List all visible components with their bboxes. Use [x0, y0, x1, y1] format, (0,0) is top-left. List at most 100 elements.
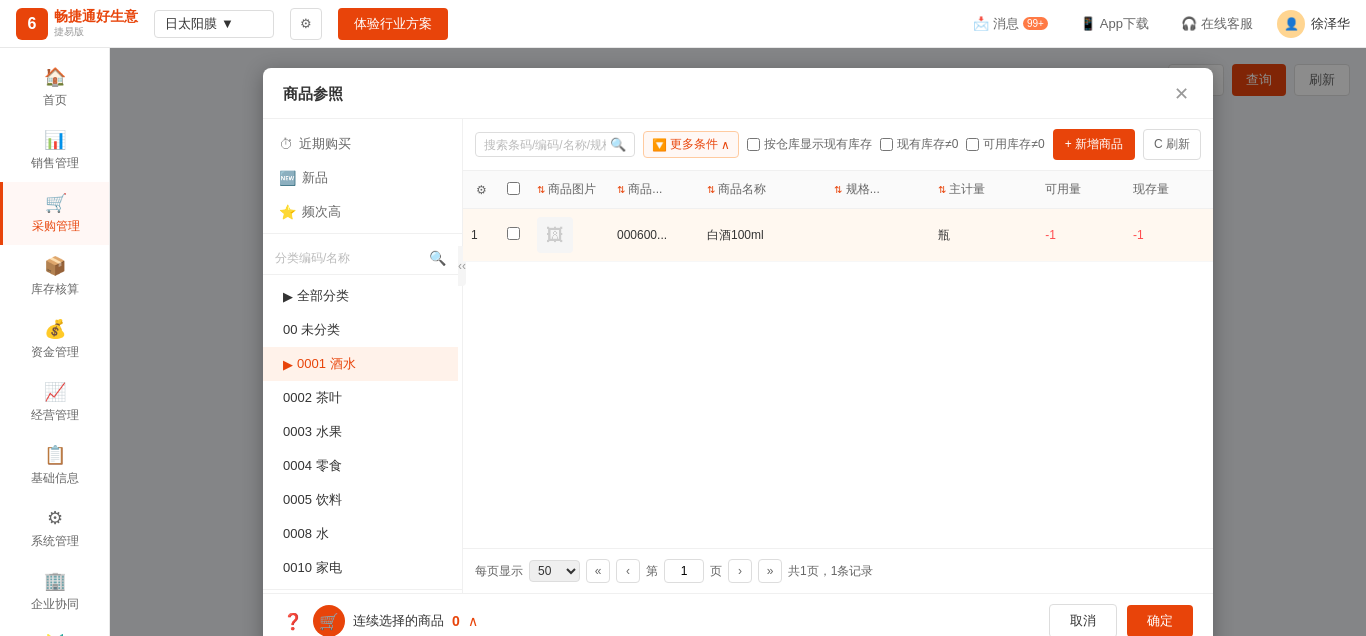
row-unit: 瓶	[930, 209, 1037, 262]
add-product-button[interactable]: + 新增商品	[1053, 129, 1135, 160]
th-settings[interactable]: ⚙	[463, 171, 499, 209]
th-checkbox	[499, 171, 529, 209]
try-button[interactable]: 体验行业方案	[338, 8, 448, 40]
category-0008[interactable]: 0008 水	[263, 517, 458, 551]
product-search-input[interactable]	[484, 138, 606, 152]
sidebar-item-basic[interactable]: 📋 基础信息	[0, 434, 109, 497]
last-page-button[interactable]: »	[758, 559, 782, 583]
help-icon[interactable]: ❓	[283, 612, 303, 631]
category-label-0010: 0010 家电	[283, 559, 342, 577]
category-label-0004: 0004 零食	[283, 457, 342, 475]
th-product-code[interactable]: ⇅ 商品...	[609, 171, 699, 209]
th-product-image: ⇅ 商品图片	[529, 171, 609, 209]
online-service-label: 在线客服	[1201, 15, 1253, 33]
row-code: 000600...	[609, 209, 699, 262]
category-0005[interactable]: 0005 饮料	[263, 483, 458, 517]
th-img-sort: ⇅	[537, 184, 548, 195]
category-0001[interactable]: ▶ 0001 酒水	[263, 347, 458, 381]
cancel-button[interactable]: 取消	[1049, 604, 1117, 636]
category-0010[interactable]: 0010 家电	[263, 551, 458, 585]
avatar: 👤	[1277, 10, 1305, 38]
th-unit[interactable]: ⇅ 主计量	[930, 171, 1037, 209]
available-stock-checkbox[interactable]	[966, 138, 979, 151]
sidebar-item-system[interactable]: ⚙ 系统管理	[0, 497, 109, 560]
cart-icon: 🛒	[313, 605, 345, 636]
app-sub: 捷易版	[54, 25, 138, 39]
category-all[interactable]: ▶ 全部分类	[263, 279, 458, 313]
category-arrow-all: ▶	[283, 289, 293, 304]
sidebar-item-purchase[interactable]: 🛒 采购管理	[0, 182, 109, 245]
operation-icon: 📈	[44, 381, 66, 403]
page-label: 第	[646, 563, 658, 580]
confirm-button[interactable]: 确定	[1127, 605, 1193, 636]
page-number-input[interactable]	[664, 559, 704, 583]
warehouse-stock-checkbox[interactable]	[747, 138, 760, 151]
category-arrow-0001: ▶	[283, 357, 293, 372]
sidebar-item-enterprise[interactable]: 🏢 企业协同	[0, 560, 109, 623]
current-stock-checkbox[interactable]	[880, 138, 893, 151]
tab-recent-purchase[interactable]: ⏱ 近期购买	[263, 127, 462, 161]
logo-area: 6 畅捷通好生意 捷易版	[16, 8, 138, 40]
online-service-button[interactable]: 🎧 在线客服	[1173, 11, 1261, 37]
category-0002[interactable]: 0002 茶叶	[263, 381, 458, 415]
th-product-name[interactable]: ⇅ 商品名称	[699, 171, 826, 209]
warehouse-stock-label: 按仓库显示现有库存	[764, 136, 872, 153]
sidebar-item-finance[interactable]: 💰 资金管理	[0, 308, 109, 371]
category-00[interactable]: 00 未分类	[263, 313, 458, 347]
category-0003[interactable]: 0003 水果	[263, 415, 458, 449]
gear-button[interactable]: ⚙	[290, 8, 322, 40]
product-search-bar: 🔍	[475, 132, 635, 157]
current-stock-label: 现有库存≠0	[897, 136, 958, 153]
cart-collapse-arrow[interactable]: ∧	[468, 613, 478, 629]
finance-icon: 💰	[44, 318, 66, 340]
total-info: 共1页，1条记录	[788, 563, 873, 580]
tab-frequent-label: 频次高	[302, 203, 341, 221]
category-label-00: 00 未分类	[283, 321, 340, 339]
message-label: 消息	[993, 15, 1019, 33]
sales-icon: 📊	[44, 129, 66, 151]
filter-label: 更多条件	[670, 136, 718, 153]
left-panel: ⏱ 近期购买 🆕 新品 ⭐ 频次高	[263, 119, 463, 593]
product-search-icon[interactable]: 🔍	[610, 137, 626, 152]
sidebar-item-inventory[interactable]: 📦 库存核算	[0, 245, 109, 308]
user-area[interactable]: 👤 徐泽华	[1277, 10, 1350, 38]
row-image-cell: 🖼	[529, 209, 609, 262]
category-search-input[interactable]	[275, 251, 425, 265]
tab-frequent[interactable]: ⭐ 频次高	[263, 195, 462, 229]
row-checkbox[interactable]	[507, 227, 520, 240]
next-page-button[interactable]: ›	[728, 559, 752, 583]
main-layout: 🏠 首页 📊 销售管理 🛒 采购管理 📦 库存核算 💰 资金管理 📈 经营管理 …	[0, 48, 1366, 636]
th-spec[interactable]: ⇅ 规格...	[826, 171, 930, 209]
per-page-select[interactable]: 50 20 100	[529, 560, 580, 582]
goods-reference-modal: 商品参照 ✕ ⏱ 近期购买 🆕	[263, 68, 1213, 636]
prev-page-button[interactable]: ‹	[616, 559, 640, 583]
sidebar-item-sales[interactable]: 📊 销售管理	[0, 119, 109, 182]
headset-icon: 🎧	[1181, 16, 1197, 31]
store-name: 日太阳膜	[165, 15, 217, 33]
refresh-button[interactable]: C 刷新	[1143, 129, 1201, 160]
category-search-box: 🔍	[263, 242, 458, 275]
modal-close-button[interactable]: ✕	[1169, 82, 1193, 106]
enterprise-icon: 🏢	[44, 570, 66, 592]
toolbar-right-buttons: + 新增商品 C 刷新	[1053, 129, 1201, 160]
message-button[interactable]: 📩 消息 99+	[965, 11, 1056, 37]
store-selector[interactable]: 日太阳膜 ▼	[154, 10, 274, 38]
logo-icon: 6	[16, 8, 48, 40]
row-available: -1	[1037, 209, 1125, 262]
app-download-button[interactable]: 📱 App下载	[1072, 11, 1157, 37]
sidebar-item-home[interactable]: 🏠 首页	[0, 56, 109, 119]
category-search-icon[interactable]: 🔍	[429, 250, 446, 266]
select-all-checkbox[interactable]	[507, 182, 520, 195]
category-label-all: 全部分类	[297, 287, 349, 305]
category-0004[interactable]: 0004 零食	[263, 449, 458, 483]
new-icon: 🆕	[279, 170, 296, 186]
sidebar-item-guide[interactable]: 🔰 新手引导	[0, 623, 109, 636]
row-spec	[826, 209, 930, 262]
per-page-label: 每页显示	[475, 563, 523, 580]
table-row[interactable]: 1 🖼 000600... 白酒100ml	[463, 209, 1213, 262]
tab-new-products[interactable]: 🆕 新品	[263, 161, 462, 195]
first-page-button[interactable]: «	[586, 559, 610, 583]
more-filter-button[interactable]: 🔽 更多条件 ∧	[643, 131, 739, 158]
sidebar-item-operation[interactable]: 📈 经营管理	[0, 371, 109, 434]
top-nav-right: 📩 消息 99+ 📱 App下载 🎧 在线客服 👤 徐泽华	[965, 10, 1350, 38]
